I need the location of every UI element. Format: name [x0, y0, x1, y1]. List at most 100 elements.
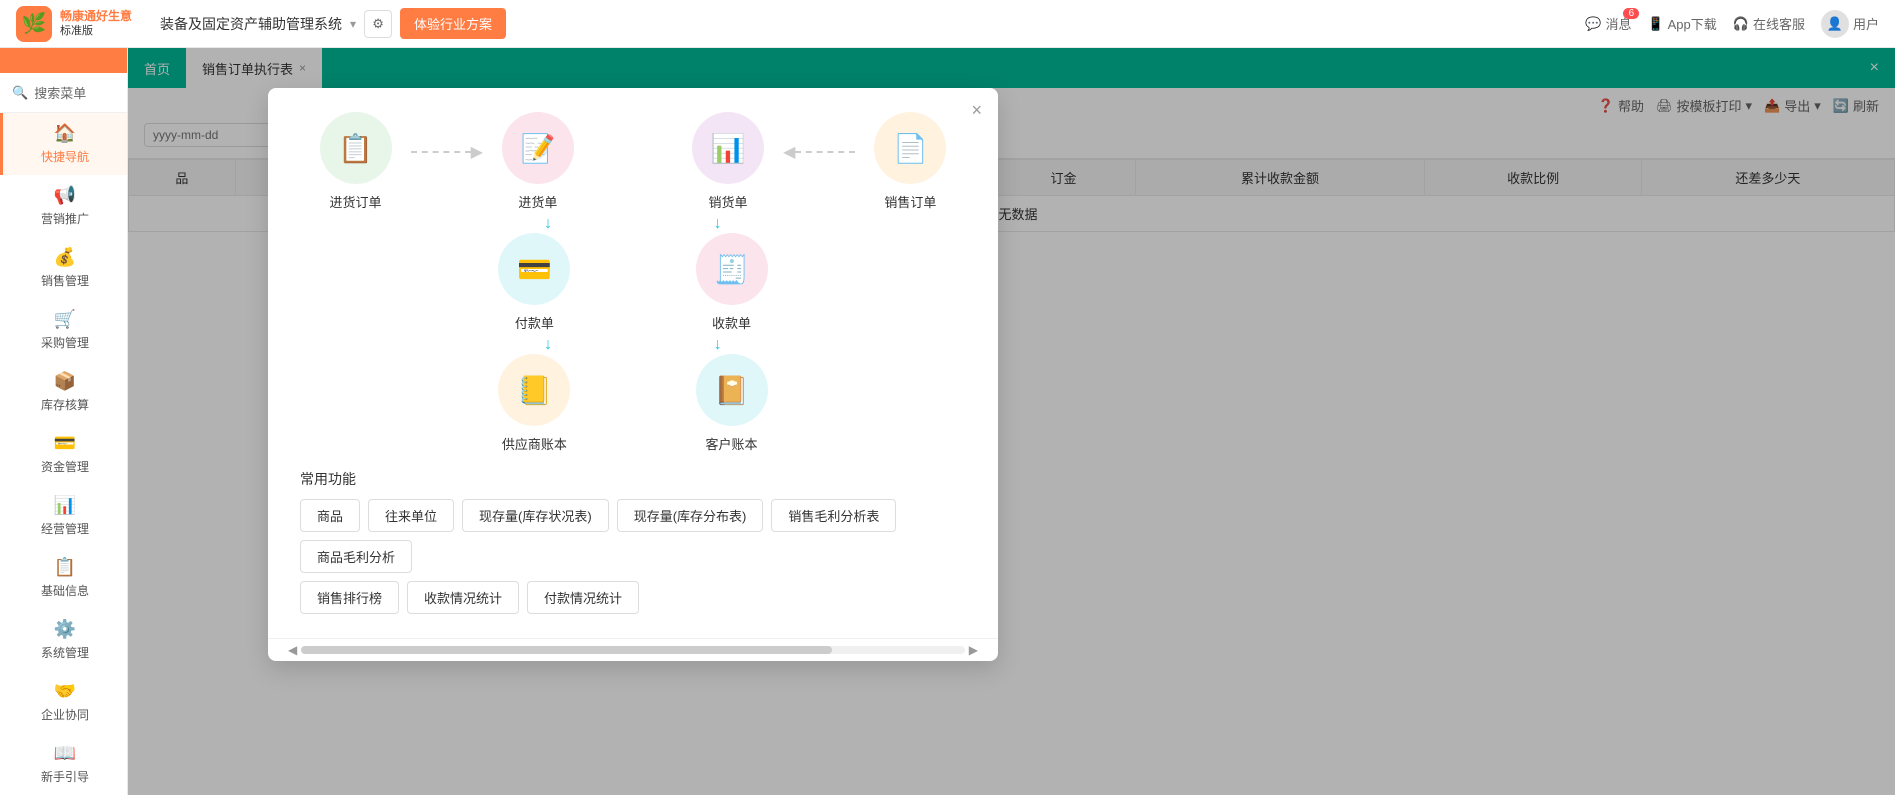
top-bar-center: 装备及固定资产辅助管理系统 ▾ ⚙ 体验行业方案: [144, 8, 1585, 39]
sidebar: 🔍 搜索菜单 🏠 快捷导航 📢 营销推广 💰 销售管理 🛒采购管理 📦 库存核算 💳 资金管理 📊经营…: [0, 48, 128, 795]
sidebar-items: 🏠 快捷导航 📢 营销推广 💰 销售管理 🛒采购管理 📦 库存核算 💳 资金管理 📊经营管理📋基础信息…: [0, 113, 127, 795]
flow-item-purchase-note[interactable]: 📝 进货单: [502, 112, 574, 211]
modal-scrollbar: ◀ ▶: [268, 638, 998, 661]
message-button[interactable]: 💬 消息 6: [1585, 14, 1631, 33]
sidebar-search[interactable]: 🔍 搜索菜单: [0, 73, 127, 113]
flow-section: 📋 进货订单 ▶ 📝 进货单: [268, 88, 998, 469]
newbie-icon: 📖: [54, 743, 76, 764]
system-dropdown-arrow[interactable]: ▾: [350, 17, 356, 31]
finance-icon: 💳: [54, 433, 76, 454]
inventory-label: 库存核算: [41, 396, 89, 413]
scrollbar-thumb: [301, 646, 832, 654]
app-logo-icon: 🌿: [16, 6, 52, 42]
flow-item-sales-note[interactable]: 📊 销货单: [692, 112, 764, 211]
scroll-left-arrow[interactable]: ◀: [284, 643, 301, 657]
modal-close-button[interactable]: ×: [971, 100, 982, 121]
common-functions-section: 常用功能 商品往来单位现存量(库存状况表)现存量(库存分布表)销售毛利分析表商品…: [268, 469, 998, 638]
quick-nav-modal: × 📋 进货订单 ▶: [268, 88, 998, 661]
app-wrapper: 🌿 畅康通好生意 标准版 装备及固定资产辅助管理系统 ▾ ⚙ 体验行业方案 💬 …: [0, 0, 1895, 795]
top-bar-right: 💬 消息 6 📱 App下载 🎧 在线客服 👤 用户: [1585, 10, 1879, 38]
sidebar-item-inventory[interactable]: 📦 库存核算: [0, 361, 127, 423]
function-buttons-row2: 销售排行榜收款情况统计付款情况统计: [300, 581, 966, 614]
experience-button[interactable]: 体验行业方案: [400, 8, 506, 39]
logo-area: 🌿 畅康通好生意 标准版: [16, 6, 144, 42]
quick-nav-label: 快捷导航: [41, 148, 89, 165]
func-btn-3[interactable]: 现存量(库存分布表): [617, 499, 764, 532]
flow-item-supplier-ledger[interactable]: 📒 供应商账本: [498, 354, 570, 453]
sidebar-item-enterprise[interactable]: 🤝企业协同: [0, 671, 127, 733]
func-btn-8[interactable]: 付款情况统计: [527, 581, 639, 614]
system-label: 系统管理: [41, 644, 89, 661]
flow-label-customer: 客户账本: [706, 434, 758, 453]
marketing-label: 营销推广: [41, 210, 89, 227]
sidebar-logo: [0, 48, 127, 73]
sidebar-item-newbie[interactable]: 📖 新手引导: [0, 733, 127, 795]
modal-overlay[interactable]: × 📋 进货订单 ▶: [128, 48, 1895, 795]
sidebar-search-label: 搜索菜单: [34, 83, 86, 102]
flow-circle-sales-order: 📄: [874, 112, 946, 184]
sidebar-item-basic-info[interactable]: 📋基础信息: [0, 547, 127, 609]
operations-icon: 📊: [54, 495, 76, 516]
func-btn-4[interactable]: 销售毛利分析表: [771, 499, 896, 532]
down-arrow-payment: ↓: [544, 336, 552, 354]
arrow-right-1: ▶: [411, 142, 483, 182]
flow-item-purchase-order[interactable]: 📋 进货订单: [320, 112, 392, 211]
service-icon: 🎧: [1733, 16, 1749, 32]
settings-button[interactable]: ⚙: [364, 10, 392, 38]
func-btn-1[interactable]: 往来单位: [368, 499, 454, 532]
download-icon: 📱: [1647, 16, 1663, 32]
func-btn-6[interactable]: 销售排行榜: [300, 581, 399, 614]
common-functions-title: 常用功能: [300, 469, 966, 489]
down-arrow-purchase: ↓: [544, 215, 552, 233]
sidebar-item-system[interactable]: ⚙️系统管理: [0, 609, 127, 671]
flow-item-customer-ledger[interactable]: 📔 客户账本: [696, 354, 768, 453]
newbie-label: 新手引导: [41, 768, 89, 785]
system-name: 装备及固定资产辅助管理系统: [160, 14, 342, 34]
message-icon: 💬: [1585, 16, 1601, 32]
flow-item-receipt[interactable]: 🧾 收款单: [696, 233, 768, 332]
sidebar-item-quick-nav[interactable]: 🏠 快捷导航: [0, 113, 127, 175]
flow-item-payment[interactable]: 💳 付款单: [498, 233, 570, 332]
main-area: 🔍 搜索菜单 🏠 快捷导航 📢 营销推广 💰 销售管理 🛒采购管理 📦 库存核算 💳 资金管理 📊经营…: [0, 48, 1895, 795]
flow-label-sales-order: 销售订单: [884, 192, 936, 211]
func-btn-7[interactable]: 收款情况统计: [407, 581, 519, 614]
finance-label: 资金管理: [41, 458, 89, 475]
scrollbar-track[interactable]: [301, 646, 965, 654]
scroll-right-arrow[interactable]: ▶: [965, 643, 982, 657]
func-btn-0[interactable]: 商品: [300, 499, 360, 532]
sidebar-item-operations[interactable]: 📊经营管理: [0, 485, 127, 547]
flow-circle-sales-note: 📊: [692, 112, 764, 184]
flow-label-supplier: 供应商账本: [502, 434, 567, 453]
quick-nav-icon: 🏠: [54, 123, 76, 144]
user-name: 用户: [1853, 14, 1879, 33]
sidebar-item-marketing[interactable]: 📢 营销推广: [0, 175, 127, 237]
sidebar-item-finance[interactable]: 💳 资金管理: [0, 423, 127, 485]
flow-circle-receipt: 🧾: [696, 233, 768, 305]
inventory-icon: 📦: [54, 371, 76, 392]
marketing-icon: 📢: [54, 185, 76, 206]
user-menu-button[interactable]: 👤 用户: [1821, 10, 1879, 38]
flow-label-purchase-order: 进货订单: [330, 192, 382, 211]
sidebar-item-sales[interactable]: 💰 销售管理: [0, 237, 127, 299]
func-btn-5[interactable]: 商品毛利分析: [300, 540, 412, 573]
arrow-left-1: ◀: [783, 142, 855, 182]
flow-label-purchase-note: 进货单: [518, 192, 557, 211]
online-service-label: 在线客服: [1753, 14, 1805, 33]
sales-label: 销售管理: [41, 272, 89, 289]
purchase-label: 采购管理: [41, 334, 89, 351]
sidebar-item-purchase[interactable]: 🛒采购管理: [0, 299, 127, 361]
down-arrow-sales: ↓: [714, 215, 722, 233]
flow-circle-purchase-note: 📝: [502, 112, 574, 184]
function-buttons-row1: 商品往来单位现存量(库存状况表)现存量(库存分布表)销售毛利分析表商品毛利分析: [300, 499, 966, 573]
sales-icon: 💰: [54, 247, 76, 268]
app-download-button[interactable]: 📱 App下载: [1647, 14, 1716, 33]
flow-item-sales-order[interactable]: 📄 销售订单: [874, 112, 946, 211]
app-download-label: App下载: [1668, 14, 1717, 33]
search-icon: 🔍: [12, 85, 28, 101]
content-area: 首页 销售订单执行表 × × ❓ 帮助 🖨 按模板打印: [128, 48, 1895, 795]
func-btn-2[interactable]: 现存量(库存状况表): [462, 499, 609, 532]
online-service-button[interactable]: 🎧 在线客服: [1733, 14, 1805, 33]
flow-circle-supplier: 📒: [498, 354, 570, 426]
enterprise-icon: 🤝: [54, 681, 76, 702]
flow-label-payment: 付款单: [515, 313, 554, 332]
